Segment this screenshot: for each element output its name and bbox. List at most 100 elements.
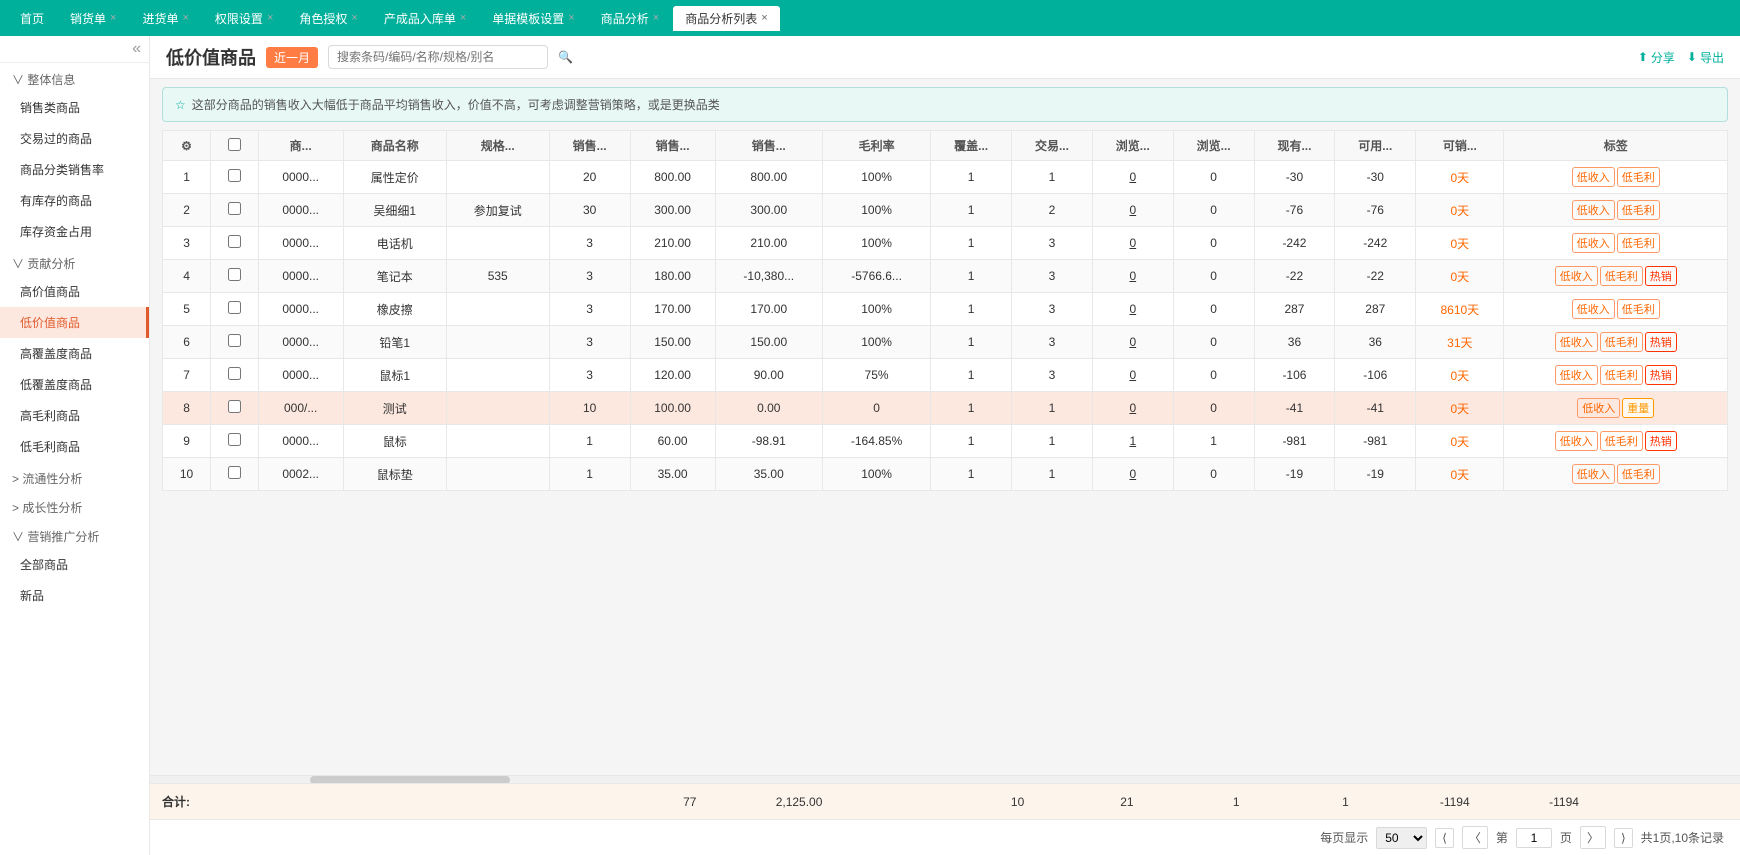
sidebar-item-low-margin[interactable]: 低毛利商品 bbox=[0, 431, 149, 462]
days-value: 31天 bbox=[1447, 336, 1472, 350]
row-checkbox[interactable] bbox=[211, 161, 259, 194]
row-select-checkbox[interactable] bbox=[228, 466, 241, 479]
select-all-checkbox[interactable] bbox=[228, 138, 241, 151]
row-code: 0000... bbox=[258, 260, 343, 293]
nav-purchase[interactable]: 进货单 × bbox=[130, 6, 200, 31]
nav-product-list-close[interactable]: × bbox=[761, 12, 767, 24]
table-row: 10 0002... 鼠标垫 1 35.00 35.00 100% 1 1 0 … bbox=[163, 458, 1728, 491]
search-icon[interactable]: 🔍 bbox=[558, 50, 573, 64]
browse1-value[interactable]: 0 bbox=[1129, 302, 1136, 316]
row-browse1[interactable]: 0 bbox=[1092, 260, 1173, 293]
sidebar-item-low-coverage[interactable]: 低覆盖度商品 bbox=[0, 369, 149, 400]
row-checkbox[interactable] bbox=[211, 425, 259, 458]
nav-product-instock-close[interactable]: × bbox=[460, 12, 466, 24]
browse1-value[interactable]: 0 bbox=[1129, 269, 1136, 283]
nav-sales-close[interactable]: × bbox=[110, 12, 116, 24]
row-spec: 535 bbox=[446, 260, 549, 293]
sidebar-item-high-margin[interactable]: 高毛利商品 bbox=[0, 400, 149, 431]
export-btn[interactable]: ⬇ 导出 bbox=[1687, 49, 1724, 66]
row-browse1[interactable]: 0 bbox=[1092, 392, 1173, 425]
sidebar-item-stock-products[interactable]: 有库存的商品 bbox=[0, 185, 149, 216]
row-checkbox[interactable] bbox=[211, 194, 259, 227]
horizontal-scrollbar[interactable] bbox=[150, 775, 1740, 783]
sidebar-item-sales-products[interactable]: 销售类商品 bbox=[0, 92, 149, 123]
page-first-btn[interactable]: ⟨ bbox=[1435, 828, 1454, 848]
sidebar-group-growth[interactable]: > 成长性分析 bbox=[0, 491, 149, 520]
row-browse1[interactable]: 0 bbox=[1092, 326, 1173, 359]
sidebar-item-high-coverage[interactable]: 高覆盖度商品 bbox=[0, 338, 149, 369]
nav-template[interactable]: 单据模板设置 × bbox=[480, 6, 586, 31]
col-settings[interactable]: ⚙ bbox=[163, 131, 211, 161]
row-tags: 低收入低毛利热销 bbox=[1504, 359, 1728, 392]
sidebar-item-traded-products[interactable]: 交易过的商品 bbox=[0, 123, 149, 154]
nav-permission[interactable]: 权限设置 × bbox=[203, 6, 285, 31]
row-s2: 100.00 bbox=[630, 392, 715, 425]
row-select-checkbox[interactable] bbox=[228, 169, 241, 182]
row-browse1[interactable]: 1 bbox=[1092, 425, 1173, 458]
row-checkbox[interactable] bbox=[211, 227, 259, 260]
nav-role[interactable]: 角色授权 × bbox=[287, 6, 369, 31]
browse1-value[interactable]: 0 bbox=[1129, 368, 1136, 382]
row-select-checkbox[interactable] bbox=[228, 268, 241, 281]
search-input[interactable] bbox=[328, 45, 548, 69]
page-last-btn[interactable]: ⟩ bbox=[1614, 828, 1633, 848]
row-select-checkbox[interactable] bbox=[228, 301, 241, 314]
sidebar-group-circulation[interactable]: > 流通性分析 bbox=[0, 462, 149, 491]
row-select-checkbox[interactable] bbox=[228, 367, 241, 380]
nav-permission-close[interactable]: × bbox=[267, 12, 273, 24]
share-btn[interactable]: ⬆ 分享 bbox=[1638, 49, 1675, 66]
nav-product-analysis-close[interactable]: × bbox=[653, 12, 659, 24]
nav-role-close[interactable]: × bbox=[351, 12, 357, 24]
row-select-checkbox[interactable] bbox=[228, 334, 241, 347]
row-select-checkbox[interactable] bbox=[228, 400, 241, 413]
nav-product-analysis[interactable]: 商品分析 × bbox=[589, 6, 671, 31]
row-browse1[interactable]: 0 bbox=[1092, 359, 1173, 392]
row-stock1: -19 bbox=[1254, 458, 1335, 491]
row-checkbox[interactable] bbox=[211, 392, 259, 425]
row-checkbox[interactable] bbox=[211, 326, 259, 359]
browse1-value[interactable]: 1 bbox=[1129, 434, 1136, 448]
browse1-value[interactable]: 0 bbox=[1129, 236, 1136, 250]
nav-sales[interactable]: 销货单 × bbox=[58, 6, 128, 31]
sidebar-item-all-products[interactable]: 全部商品 bbox=[0, 549, 149, 580]
tag-label: 低毛利 bbox=[1617, 299, 1660, 319]
row-checkbox[interactable] bbox=[211, 359, 259, 392]
row-checkbox[interactable] bbox=[211, 293, 259, 326]
sidebar-item-new-products[interactable]: 新品 bbox=[0, 580, 149, 611]
browse1-value[interactable]: 0 bbox=[1129, 203, 1136, 217]
row-browse1[interactable]: 0 bbox=[1092, 293, 1173, 326]
row-browse1[interactable]: 0 bbox=[1092, 227, 1173, 260]
per-page-select[interactable]: 50 100 200 bbox=[1376, 827, 1427, 849]
row-checkbox[interactable] bbox=[211, 260, 259, 293]
tag-label: 低毛利 bbox=[1600, 332, 1643, 352]
sidebar-item-high-value[interactable]: 高价值商品 bbox=[0, 276, 149, 307]
sidebar-item-low-value[interactable]: 低价值商品 bbox=[0, 307, 149, 338]
page-prev-btn[interactable]: 〈 bbox=[1462, 826, 1488, 849]
footer-s2-total: 2,125.00 bbox=[744, 795, 853, 809]
row-browse1[interactable]: 0 bbox=[1092, 194, 1173, 227]
row-code: 0000... bbox=[258, 326, 343, 359]
sidebar-collapse-btn[interactable]: « bbox=[0, 36, 149, 63]
row-browse1[interactable]: 0 bbox=[1092, 458, 1173, 491]
row-select-checkbox[interactable] bbox=[228, 235, 241, 248]
col-browse1: 浏览... bbox=[1092, 131, 1173, 161]
nav-product-list[interactable]: 商品分析列表 × bbox=[673, 6, 779, 31]
sidebar-item-category-rate[interactable]: 商品分类销售率 bbox=[0, 154, 149, 185]
page-input[interactable] bbox=[1516, 828, 1552, 848]
row-select-checkbox[interactable] bbox=[228, 433, 241, 446]
nav-template-close[interactable]: × bbox=[568, 12, 574, 24]
page-next-btn[interactable]: 〉 bbox=[1580, 826, 1606, 849]
nav-purchase-close[interactable]: × bbox=[182, 12, 188, 24]
row-select-checkbox[interactable] bbox=[228, 202, 241, 215]
browse1-value[interactable]: 0 bbox=[1129, 401, 1136, 415]
row-name: 吴细细1 bbox=[343, 194, 446, 227]
sidebar-item-stock-capital[interactable]: 库存资金占用 bbox=[0, 216, 149, 247]
nav-home[interactable]: 首页 bbox=[8, 6, 56, 31]
browse1-value[interactable]: 0 bbox=[1129, 170, 1136, 184]
browse1-value[interactable]: 0 bbox=[1129, 335, 1136, 349]
row-browse1[interactable]: 0 bbox=[1092, 161, 1173, 194]
time-tag-btn[interactable]: 近一月 bbox=[266, 47, 318, 68]
row-checkbox[interactable] bbox=[211, 458, 259, 491]
browse1-value[interactable]: 0 bbox=[1129, 467, 1136, 481]
nav-product-instock[interactable]: 产成品入库单 × bbox=[372, 6, 478, 31]
